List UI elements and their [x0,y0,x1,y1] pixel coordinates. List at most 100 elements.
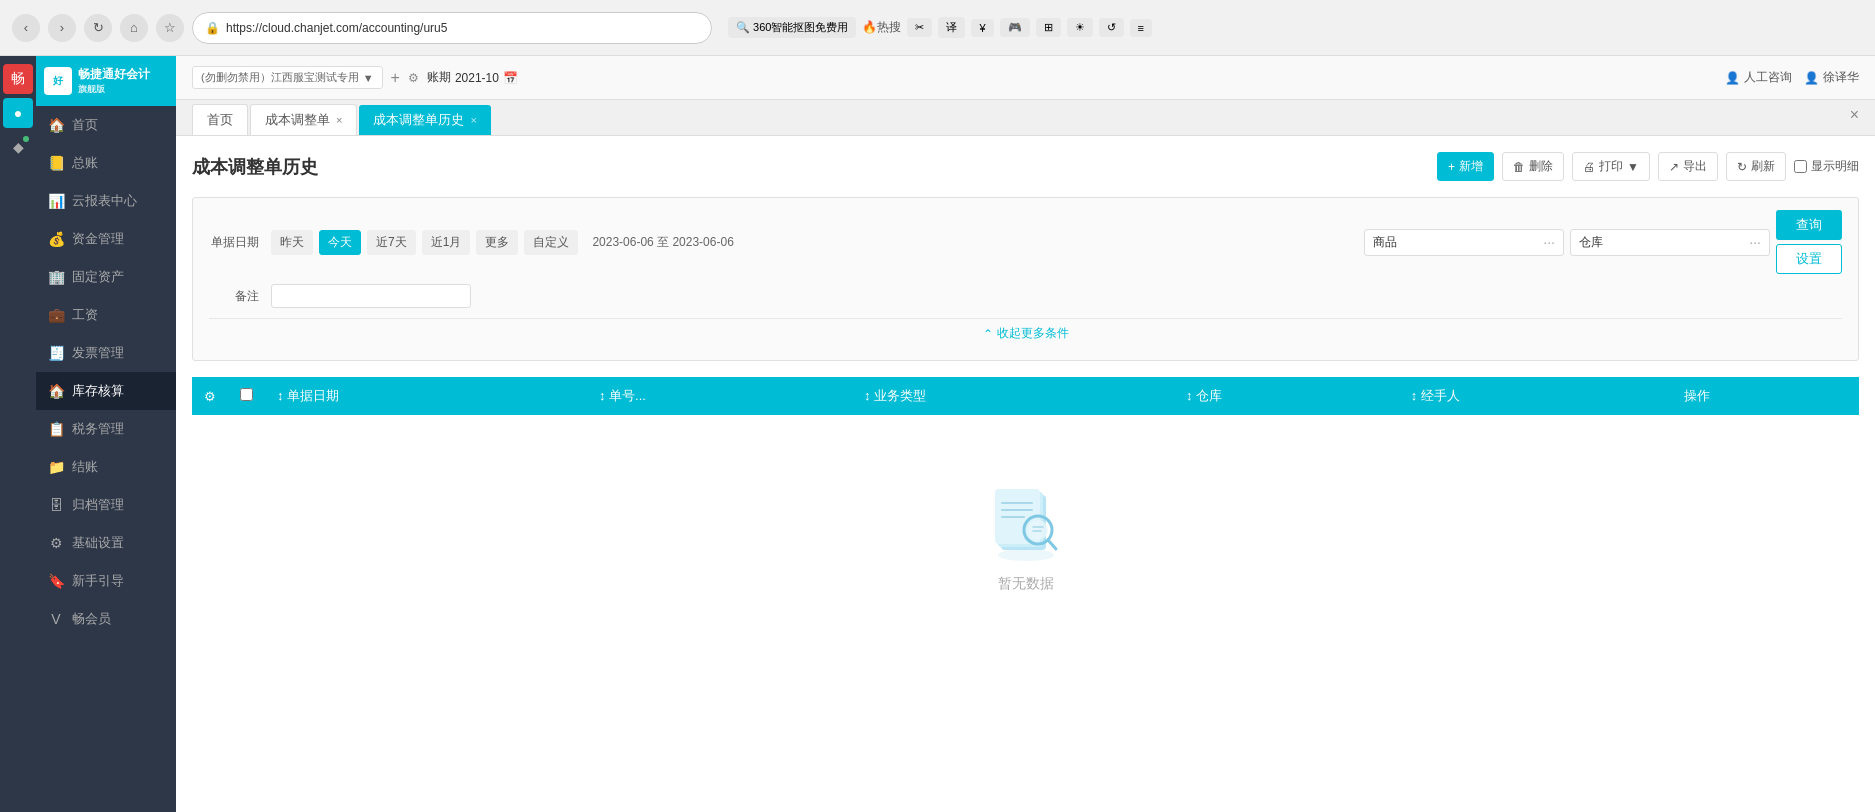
date-btn-custom[interactable]: 自定义 [524,230,578,255]
sidebar-item-closing[interactable]: 📁 结账 [36,448,176,486]
sidebar-item-ledger[interactable]: 📒 总账 [36,144,176,182]
col-biz-type[interactable]: ↕ 业务类型 [852,377,1174,415]
app-logo-mini[interactable]: 畅 [3,64,33,94]
tab-home[interactable]: 首页 [192,104,248,135]
tab-cost-adjust-history-close[interactable]: × [470,114,476,126]
select-all-checkbox[interactable] [240,388,253,401]
cut-tool[interactable]: ✂ [907,18,932,37]
col-handler[interactable]: ↕ 经手人 [1399,377,1672,415]
calendar-icon[interactable]: 📅 [503,71,518,85]
filter-row-remark: 备注 [209,284,1842,308]
undo-tool[interactable]: ↺ [1099,18,1124,37]
sidebar-item-member[interactable]: V 畅会员 [36,600,176,638]
display-cols-toggle[interactable]: 显示明细 [1794,158,1859,175]
date-btn-7days[interactable]: 近7天 [367,230,416,255]
payroll-icon: 💼 [48,307,64,323]
print-label: 打印 [1599,158,1623,175]
sidebar-item-archive[interactable]: 🗄 归档管理 [36,486,176,524]
icon-bar-active[interactable]: ● [3,98,33,128]
tab-cost-adjust[interactable]: 成本调整单 × [250,104,357,135]
delete-button[interactable]: 🗑 删除 [1502,152,1564,181]
sidebar-item-inventory[interactable]: 🏠 库存核算 [36,372,176,410]
back-button[interactable]: ‹ [12,14,40,42]
sidebar-item-settings[interactable]: ⚙ 基础设置 [36,524,176,562]
query-button[interactable]: 查询 [1776,210,1842,240]
top-bar-left: (勿删勿禁用）江西服宝测试专用 ▼ + ⚙ 账期 2021-10 📅 [192,66,518,89]
period-label: 账期 [427,69,451,86]
theme-tool[interactable]: ☀ [1067,18,1093,37]
tab-cost-adjust-history[interactable]: 成本调整单历史 × [359,105,490,135]
export-label: 导出 [1683,158,1707,175]
company-name: (勿删勿禁用）江西服宝测试专用 [201,70,359,85]
username-label: 徐译华 [1823,69,1859,86]
sidebar-item-guide[interactable]: 🔖 新手引导 [36,562,176,600]
date-btn-yesterday[interactable]: 昨天 [271,230,313,255]
add-company-btn[interactable]: + [391,69,400,87]
refresh-button-page[interactable]: ↻ 刷新 [1726,152,1786,181]
sidebar-logo: 好 畅捷通好会计 旗舰版 [36,56,176,106]
hot-search[interactable]: 🔥热搜 [862,19,901,36]
game-tool[interactable]: 🎮 [1000,18,1030,37]
settings-filter-button[interactable]: 设置 [1776,244,1842,274]
funds-icon: 💰 [48,231,64,247]
export-button[interactable]: ↗ 导出 [1658,152,1718,181]
company-settings-icon[interactable]: ⚙ [408,71,419,85]
page-title: 成本调整单历史 [192,155,318,179]
period-value[interactable]: 2021-10 [455,71,499,85]
browser-tools: 🔍 360智能抠图免费用 🔥热搜 ✂ 译 ¥ 🎮 ⊞ ☀ ↺ ≡ [728,17,1152,38]
company-selector[interactable]: (勿删勿禁用）江西服宝测试专用 ▼ [192,66,383,89]
top-bar-right: 👤 人工咨询 👤 徐译华 [1725,69,1859,86]
display-cols-checkbox[interactable] [1794,160,1807,173]
user-name-btn[interactable]: 👤 徐译华 [1804,69,1859,86]
currency-tool[interactable]: ¥ [971,19,993,37]
date-btn-1month[interactable]: 近1月 [422,230,471,255]
user-service-btn[interactable]: 👤 人工咨询 [1725,69,1792,86]
date-btn-more[interactable]: 更多 [476,230,518,255]
icon-bar-notification[interactable]: ◆ [3,132,33,162]
sidebar-item-reports[interactable]: 📊 云报表中心 [36,182,176,220]
col-warehouse[interactable]: ↕ 仓库 [1174,377,1399,415]
period-selector: 账期 2021-10 📅 [427,69,518,86]
sidebar-item-assets[interactable]: 🏢 固定资产 [36,258,176,296]
home-button[interactable]: ⌂ [120,14,148,42]
translate-tool[interactable]: 译 [938,17,965,38]
forward-button[interactable]: › [48,14,76,42]
refresh-button[interactable]: ↻ [84,14,112,42]
address-bar[interactable]: 🔒 https://cloud.chanjet.com/accounting/u… [192,12,712,44]
remark-filter-input[interactable] [271,284,471,308]
tab-home-label: 首页 [207,111,233,129]
grid-tool[interactable]: ⊞ [1036,18,1061,37]
table-gear-header[interactable]: ⚙ [192,377,228,415]
sidebar-item-home[interactable]: 🏠 首页 [36,106,176,144]
logo-icon: 好 [44,67,72,95]
tab-bar: 首页 成本调整单 × 成本调整单历史 × × [176,100,1875,136]
search-tool[interactable]: 🔍 360智能抠图免费用 [728,17,856,38]
sidebar: 好 畅捷通好会计 旗舰版 🏠 首页 📒 总账 📊 云报表中心 💰 资金管理 🏢 … [36,56,176,812]
warehouse-filter[interactable]: 仓库 ··· [1570,229,1770,256]
goods-filter[interactable]: 商品 ··· [1364,229,1564,256]
new-button[interactable]: + 新增 [1437,152,1494,181]
sidebar-item-invoices[interactable]: 🧾 发票管理 [36,334,176,372]
sidebar-label-reports: 云报表中心 [72,192,137,210]
main-content: (勿删勿禁用）江西服宝测试专用 ▼ + ⚙ 账期 2021-10 📅 👤 人工咨… [176,56,1875,812]
warehouse-filter-dots: ··· [1749,234,1761,250]
warehouse-filter-label: 仓库 [1579,234,1603,251]
date-filter-label: 单据日期 [209,234,259,251]
col-number-label: ↕ 单号... [599,388,646,403]
window-close-button[interactable]: × [1850,106,1859,124]
table-checkbox-header[interactable] [228,377,265,415]
date-btn-today[interactable]: 今天 [319,230,361,255]
print-button[interactable]: 🖨 打印 ▼ [1572,152,1650,181]
page-header: 成本调整单历史 + 新增 🗑 删除 🖨 打印 ▼ [192,152,1859,181]
col-number[interactable]: ↕ 单号... [587,377,852,415]
col-date[interactable]: ↕ 单据日期 [265,377,587,415]
bookmark-button[interactable]: ☆ [156,14,184,42]
sidebar-item-payroll[interactable]: 💼 工资 [36,296,176,334]
delete-label: 删除 [1529,158,1553,175]
sidebar-item-funds[interactable]: 💰 资金管理 [36,220,176,258]
collapse-filters-btn[interactable]: ⌃ 收起更多条件 [209,318,1842,348]
menu-tool[interactable]: ≡ [1130,19,1152,37]
tab-cost-adjust-close[interactable]: × [336,114,342,126]
print-icon: 🖨 [1583,160,1595,174]
sidebar-item-tax[interactable]: 📋 税务管理 [36,410,176,448]
